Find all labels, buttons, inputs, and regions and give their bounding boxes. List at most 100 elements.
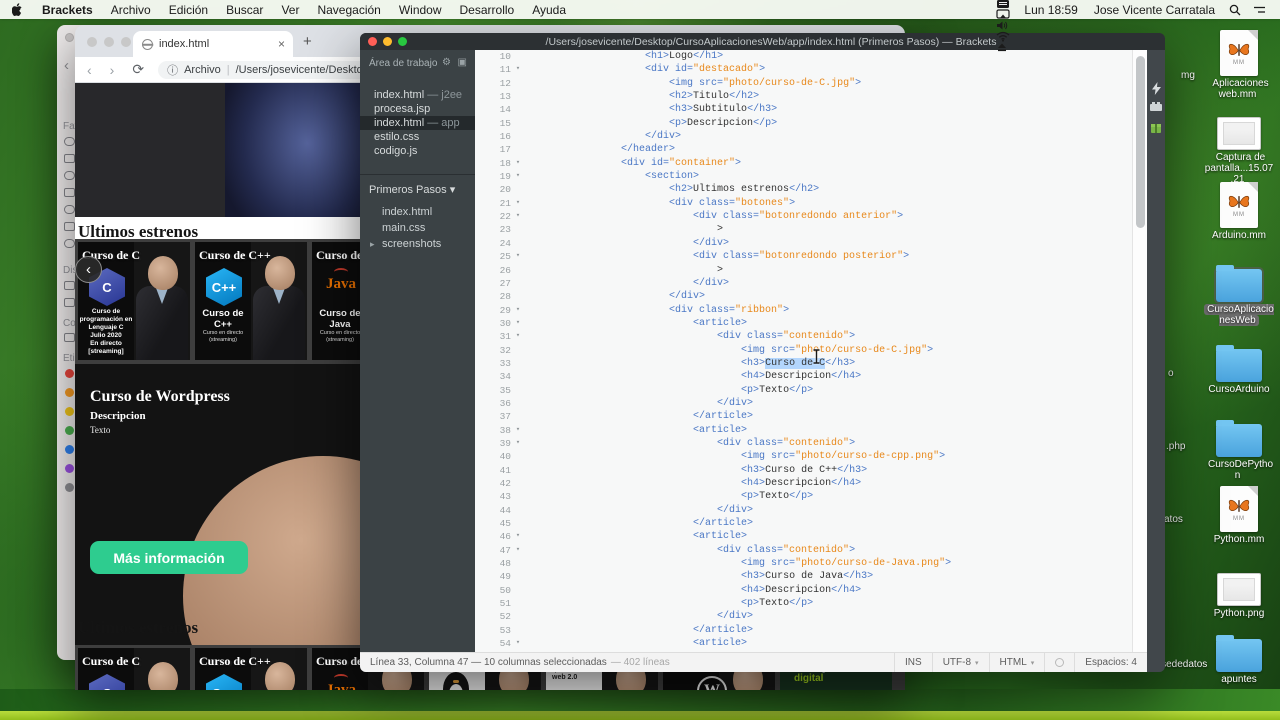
project-file-main.css[interactable]: main.css [360, 221, 475, 236]
applications-icon[interactable] [64, 154, 75, 166]
working-file-index.html[interactable]: index.html — j2ee [360, 88, 475, 102]
reload-icon[interactable]: ⟳ [132, 61, 144, 78]
code-line-33[interactable]: 33 <h3>Curso de C</h3> [475, 357, 1132, 370]
menu-item-desarrollo[interactable]: Desarrollo [451, 3, 524, 17]
code-line-40[interactable]: 40 <img src="photo/curso-de-cpp.png"> [475, 450, 1132, 463]
encoding-selector[interactable]: UTF-8 ▾ [931, 652, 989, 672]
code-line-54[interactable]: 54 ▾ <article> [475, 637, 1132, 650]
apple-menu-icon[interactable] [12, 3, 23, 16]
code-line-50[interactable]: 50 <h4>Descripcion</h4> [475, 584, 1132, 597]
insert-mode-indicator[interactable]: INS [894, 652, 932, 672]
code-line-37[interactable]: 37 </article> [475, 410, 1132, 423]
project-file-screenshots[interactable]: ▸ screenshots [360, 237, 475, 252]
lint-status-icon[interactable] [1044, 652, 1074, 672]
code-line-45[interactable]: 45 </article> [475, 517, 1132, 530]
gear-icon[interactable]: ⚙ [442, 57, 451, 68]
code-line-12[interactable]: 12 <img src="photo/curso-de-C.jpg"> [475, 77, 1132, 90]
code-line-16[interactable]: 16 </div> [475, 130, 1132, 143]
working-file-procesa.jsp[interactable]: procesa.jsp [360, 102, 475, 116]
brackets-window[interactable]: /Users/josevicente/Desktop/CursoAplicaci… [360, 33, 1165, 672]
menu-clock[interactable]: Lun 18:59 [1016, 3, 1085, 17]
language-mode-selector[interactable]: HTML ▾ [988, 652, 1045, 672]
project-file-index.html[interactable]: index.html [360, 205, 475, 220]
desktop-icon-cursoaplicacionesweb[interactable]: CursoAplicacionesWeb [1204, 256, 1274, 326]
code-line-47[interactable]: 47 ▾ <div class="contenido"> [475, 544, 1132, 557]
carousel-prev-button[interactable]: ‹ [75, 256, 102, 283]
menu-item-edición[interactable]: Edición [160, 3, 217, 17]
menu-item-ver[interactable]: Ver [272, 3, 308, 17]
code-line-28[interactable]: 28 </div> [475, 290, 1132, 303]
course-card[interactable]: Curso de CCCurso deprogramación enLengua… [78, 648, 190, 690]
fonts-icon[interactable] [64, 188, 75, 200]
desktop-icon-arduino-mm[interactable]: MM Arduino.mm [1204, 182, 1274, 241]
code-line-35[interactable]: 35 <p>Texto</p> [475, 384, 1132, 397]
browser-traffic-lights[interactable] [87, 37, 131, 47]
desktop-icon-cursodepython[interactable]: CursoDePython [1204, 411, 1274, 481]
project-dropdown[interactable]: Primeros Pasos ▾ [369, 183, 455, 196]
code-line-34[interactable]: 34 <h4>Descripcion</h4> [475, 370, 1132, 383]
desktop-icon-aplicaciones-web-mm[interactable]: MM Aplicaciones web.mm [1204, 30, 1274, 100]
tab-close-icon[interactable]: × [278, 37, 285, 51]
clipboard-icon[interactable] [64, 222, 75, 234]
brackets-traffic-lights[interactable] [368, 37, 407, 46]
grid-icon[interactable] [64, 205, 75, 217]
finder-back-button[interactable]: ‹ [64, 57, 69, 74]
wifi-icon[interactable] [990, 31, 1016, 42]
tag-dot[interactable] [65, 388, 74, 397]
code-line-51[interactable]: 51 <p>Texto</p> [475, 597, 1132, 610]
tag-dot[interactable] [65, 445, 74, 454]
browser-tab[interactable]: index.html × [133, 31, 293, 57]
zoom-window-button[interactable] [398, 37, 407, 46]
extension-manager-icon[interactable] [1147, 102, 1165, 114]
desktop-icon-captura-de-pantalla-15-07-21[interactable]: Captura de pantalla...15.07.21 [1204, 104, 1274, 185]
code-line-32[interactable]: 32 <img src="photo/curso-de-C.jpg"> [475, 344, 1132, 357]
menu-item-archivo[interactable]: Archivo [102, 3, 160, 17]
airdrop-icon[interactable] [64, 137, 75, 149]
minimize-window-button[interactable] [383, 37, 392, 46]
code-line-30[interactable]: 30 ▾ <article> [475, 317, 1132, 330]
extension-update-icon[interactable] [1147, 122, 1165, 136]
code-line-23[interactable]: 23 > [475, 223, 1132, 236]
split-view-icon[interactable]: ▣ [458, 57, 467, 68]
code-line-21[interactable]: 21 ▾ <div class="botones"> [475, 197, 1132, 210]
code-line-24[interactable]: 24 </div> [475, 237, 1132, 250]
code-line-18[interactable]: 18 ▾ <div id="container"> [475, 157, 1132, 170]
disk-icon[interactable] [64, 281, 75, 293]
downloads-icon[interactable] [64, 239, 75, 251]
tag-dot[interactable] [65, 369, 74, 378]
code-line-19[interactable]: 19 ▾ <section> [475, 170, 1132, 183]
code-line-25[interactable]: 25 ▾ <div class="botonredondo posterior"> [475, 250, 1132, 263]
code-line-44[interactable]: 44 </div> [475, 504, 1132, 517]
code-line-46[interactable]: 46 ▾ <article> [475, 530, 1132, 543]
desktop-icon-apuntes[interactable]: apuntes [1204, 626, 1274, 685]
tag-dot[interactable] [65, 483, 74, 492]
working-file-index.html[interactable]: index.html — app [360, 116, 475, 130]
mirroring-icon[interactable] [990, 9, 1016, 20]
course-card[interactable]: Curso de C++C++Curso deC++Curso en direc… [195, 648, 307, 690]
live-preview-icon[interactable] [1147, 82, 1165, 98]
desktop-icon-python-mm[interactable]: MM Python.mm [1204, 486, 1274, 545]
tag-dot[interactable] [65, 426, 74, 435]
eject-icon[interactable] [990, 42, 1016, 53]
code-line-14[interactable]: 14 <h3>Subtitulo</h3> [475, 103, 1132, 116]
new-tab-button[interactable]: + [303, 33, 312, 50]
code-line-10[interactable]: 10 <h1>Logo</h1> [475, 50, 1132, 63]
code-line-39[interactable]: 39 ▾ <div class="contenido"> [475, 437, 1132, 450]
menu-user-name[interactable]: Jose Vicente Carratala [1086, 3, 1223, 17]
display-icon[interactable] [64, 333, 75, 345]
volume-icon[interactable] [990, 20, 1016, 31]
menu-item-buscar[interactable]: Buscar [217, 3, 272, 17]
tag-dot[interactable] [65, 407, 74, 416]
code-line-42[interactable]: 42 <h4>Descripcion</h4> [475, 477, 1132, 490]
code-line-41[interactable]: 41 <h3>Curso de C++</h3> [475, 464, 1132, 477]
course-card[interactable]: Curso de C++C++Curso deC++Curso en direc… [195, 242, 307, 360]
working-file-codigo.js[interactable]: codigo.js [360, 144, 475, 158]
code-line-11[interactable]: 11 ▾ <div id="destacado"> [475, 63, 1132, 76]
code-line-13[interactable]: 13 <h2>Titulo</h2> [475, 90, 1132, 103]
icloud-icon[interactable] [64, 171, 75, 183]
code-line-52[interactable]: 52 </div> [475, 610, 1132, 623]
code-line-22[interactable]: 22 ▾ <div class="botonredondo anterior"> [475, 210, 1132, 223]
disk-icon[interactable] [64, 298, 75, 310]
working-file-estilo.css[interactable]: estilo.css [360, 130, 475, 144]
code-line-48[interactable]: 48 <img src="photo/curso-de-Java.png"> [475, 557, 1132, 570]
